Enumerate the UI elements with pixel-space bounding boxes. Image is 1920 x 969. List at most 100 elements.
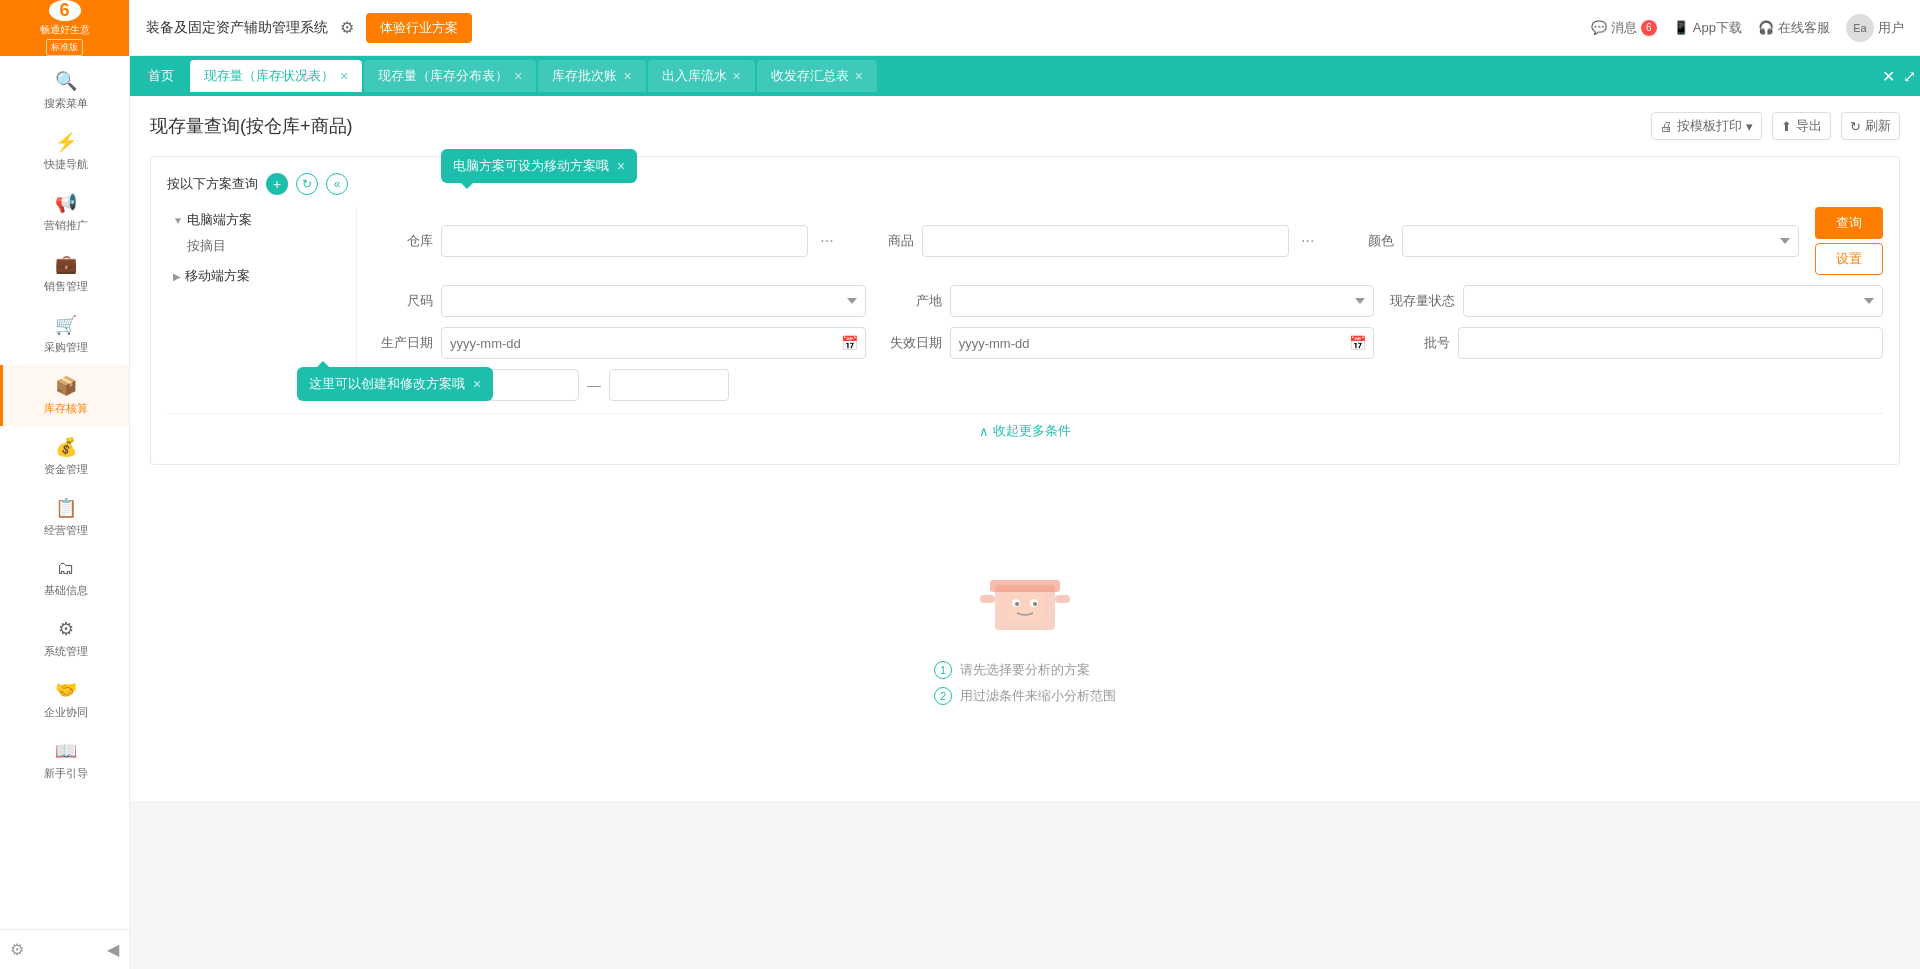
filter-refresh-button[interactable]: ↻ bbox=[296, 173, 318, 195]
edit-tooltip-close-icon[interactable]: × bbox=[473, 376, 481, 392]
tab-stock-dist[interactable]: 现存量（库存分布表） × bbox=[364, 60, 536, 92]
color-label: 颜色 bbox=[1334, 232, 1394, 250]
scheme-item-by-remark[interactable]: 按摘目 bbox=[167, 233, 348, 259]
batch-no-input[interactable] bbox=[1458, 327, 1883, 359]
filter-back-button[interactable]: « bbox=[326, 173, 348, 195]
sidebar-item-label: 快捷导航 bbox=[44, 157, 88, 172]
sidebar-bottom: ⚙ ◀ bbox=[0, 929, 129, 969]
size-select[interactable] bbox=[441, 285, 866, 317]
gear-icon[interactable]: ⚙ bbox=[340, 18, 354, 37]
app-download-label: App下载 bbox=[1693, 19, 1742, 37]
color-field: 颜色 bbox=[1334, 225, 1799, 257]
empty-state: 1 请先选择要分析的方案 2 用过滤条件来缩小分析范围 bbox=[150, 465, 1900, 785]
size-field: 尺码 bbox=[373, 285, 866, 317]
maximize-icon[interactable]: ⤢ bbox=[1903, 67, 1916, 86]
tooltip-text: 电脑方案可设为移动方案哦 bbox=[453, 157, 609, 175]
batch-no-field: 批号 bbox=[1390, 327, 1883, 359]
sidebar-item-label: 营销推广 bbox=[44, 218, 88, 233]
reset-button[interactable]: 设置 bbox=[1815, 243, 1883, 275]
tab-close-icon[interactable]: × bbox=[733, 68, 741, 84]
export-label: 导出 bbox=[1796, 117, 1822, 135]
warehouse-input[interactable] bbox=[441, 225, 808, 257]
message-action[interactable]: 💬 消息 6 bbox=[1591, 19, 1657, 37]
calendar-icon[interactable]: 📅 bbox=[1349, 335, 1366, 351]
tab-close-icon[interactable]: × bbox=[340, 68, 348, 84]
range-separator: — bbox=[587, 377, 601, 393]
tab-collect-issue[interactable]: 收发存汇总表 × bbox=[757, 60, 877, 92]
scheme-group-desktop-label: 电脑端方案 bbox=[187, 211, 252, 229]
stock-main-to-input[interactable] bbox=[609, 369, 729, 401]
collapse-bar[interactable]: ∧ 收起更多条件 bbox=[167, 413, 1883, 448]
sidebar-item-sales-mgmt[interactable]: 💼 销售管理 bbox=[0, 243, 129, 304]
color-select[interactable] bbox=[1402, 225, 1799, 257]
tab-close-icon[interactable]: × bbox=[623, 68, 631, 84]
sys-mgmt-icon: ⚙ bbox=[58, 618, 74, 640]
product-ellipsis-icon[interactable]: ··· bbox=[1297, 232, 1318, 250]
purchase-mgmt-icon: 🛒 bbox=[55, 314, 77, 336]
warehouse-ellipsis-icon[interactable]: ··· bbox=[816, 232, 837, 250]
expire-date-wrapper: 📅 bbox=[950, 327, 1375, 359]
app-download-action[interactable]: 📱 App下载 bbox=[1673, 19, 1742, 37]
sidebar-item-label: 经营管理 bbox=[44, 523, 88, 538]
sidebar-item-sales-promo[interactable]: 📢 营销推广 bbox=[0, 182, 129, 243]
quick-nav-icon: ⚡ bbox=[55, 131, 77, 153]
product-input[interactable] bbox=[922, 225, 1289, 257]
scheme-group-desktop-header[interactable]: ▼ 电脑端方案 bbox=[167, 207, 348, 233]
tab-stock-status-label: 现存量（库存状况表） bbox=[204, 67, 334, 85]
filter-row-1: 仓库 ··· 商品 ··· 颜色 bbox=[373, 207, 1883, 275]
sidebar-item-asset-mgmt[interactable]: 💰 资金管理 bbox=[0, 426, 129, 487]
close-all-tabs-icon[interactable]: ✕ bbox=[1882, 67, 1895, 86]
collapse-sidebar-icon[interactable]: ◀ bbox=[107, 940, 119, 959]
calendar-icon[interactable]: 📅 bbox=[841, 335, 858, 351]
tab-in-out-flow[interactable]: 出入库流水 × bbox=[648, 60, 755, 92]
origin-select[interactable] bbox=[950, 285, 1375, 317]
scheme-group-mobile-header[interactable]: ▶ 移动端方案 bbox=[167, 263, 348, 289]
expire-date-label: 失效日期 bbox=[882, 334, 942, 352]
search-button[interactable]: 查询 bbox=[1815, 207, 1883, 239]
asset-mgmt-icon: 💰 bbox=[55, 436, 77, 458]
expire-date-input[interactable] bbox=[950, 327, 1375, 359]
online-support-action[interactable]: 🎧 在线客服 bbox=[1758, 19, 1830, 37]
settings-icon[interactable]: ⚙ bbox=[10, 940, 24, 959]
print-template-button[interactable]: 🖨 按模板打印 ▾ bbox=[1651, 112, 1762, 140]
svg-rect-7 bbox=[980, 595, 995, 603]
sidebar-item-base-info[interactable]: 🗂 基础信息 bbox=[0, 548, 129, 608]
header: 装备及固定资产辅助管理系统 ⚙ 体验行业方案 💬 消息 6 📱 App下载 🎧 … bbox=[130, 0, 1920, 56]
trial-button[interactable]: 体验行业方案 bbox=[366, 13, 472, 43]
tab-close-icon[interactable]: × bbox=[855, 68, 863, 84]
expire-date-field: 失效日期 📅 bbox=[882, 327, 1375, 359]
warehouse-field: 仓库 ··· bbox=[373, 225, 838, 257]
tab-close-icon[interactable]: × bbox=[514, 68, 522, 84]
tab-stock-status[interactable]: 现存量（库存状况表） × bbox=[190, 60, 362, 92]
export-button[interactable]: ⬆ 导出 bbox=[1772, 112, 1831, 140]
newbie-icon: 📖 bbox=[55, 740, 77, 762]
stock-status-select[interactable] bbox=[1463, 285, 1883, 317]
filter-add-button[interactable]: + bbox=[266, 173, 288, 195]
sidebar-item-purchase-mgmt[interactable]: 🛒 采购管理 bbox=[0, 304, 129, 365]
step-2-text: 用过滤条件来缩小分析范围 bbox=[960, 687, 1116, 705]
sidebar-item-quick-nav[interactable]: ⚡ 快捷导航 bbox=[0, 121, 129, 182]
origin-field: 产地 bbox=[882, 285, 1375, 317]
sidebar-item-label: 新手引导 bbox=[44, 766, 88, 781]
produce-date-input[interactable] bbox=[441, 327, 866, 359]
sidebar-item-search-menu[interactable]: 🔍 搜索菜单 bbox=[0, 60, 129, 121]
sales-mgmt-icon: 💼 bbox=[55, 253, 77, 275]
sidebar-item-stock-calc[interactable]: 📦 库存核算 bbox=[0, 365, 129, 426]
tab-stock-batch[interactable]: 库存批次账 × bbox=[538, 60, 645, 92]
sidebar-item-newbie[interactable]: 📖 新手引导 bbox=[0, 730, 129, 791]
tab-home-label: 首页 bbox=[148, 67, 174, 85]
sidebar-item-ops-mgmt[interactable]: 📋 经营管理 bbox=[0, 487, 129, 548]
sidebar-item-enterprise[interactable]: 🤝 企业协同 bbox=[0, 669, 129, 730]
produce-date-wrapper: 📅 bbox=[441, 327, 866, 359]
user-action[interactable]: Ea 用户 bbox=[1846, 14, 1904, 42]
step-1-number: 1 bbox=[934, 661, 952, 679]
enterprise-icon: 🤝 bbox=[55, 679, 77, 701]
search-menu-icon: 🔍 bbox=[55, 70, 77, 92]
refresh-button[interactable]: ↻ 刷新 bbox=[1841, 112, 1900, 140]
tooltip-close-icon[interactable]: × bbox=[617, 158, 625, 174]
headset-icon: 🎧 bbox=[1758, 20, 1774, 35]
batch-no-label: 批号 bbox=[1390, 334, 1450, 352]
tab-home[interactable]: 首页 bbox=[134, 60, 188, 92]
sidebar-item-sys-mgmt[interactable]: ⚙ 系统管理 bbox=[0, 608, 129, 669]
page-title-bar: 现存量查询(按仓库+商品) 🖨 按模板打印 ▾ ⬆ 导出 ↻ 刷新 bbox=[150, 112, 1900, 140]
